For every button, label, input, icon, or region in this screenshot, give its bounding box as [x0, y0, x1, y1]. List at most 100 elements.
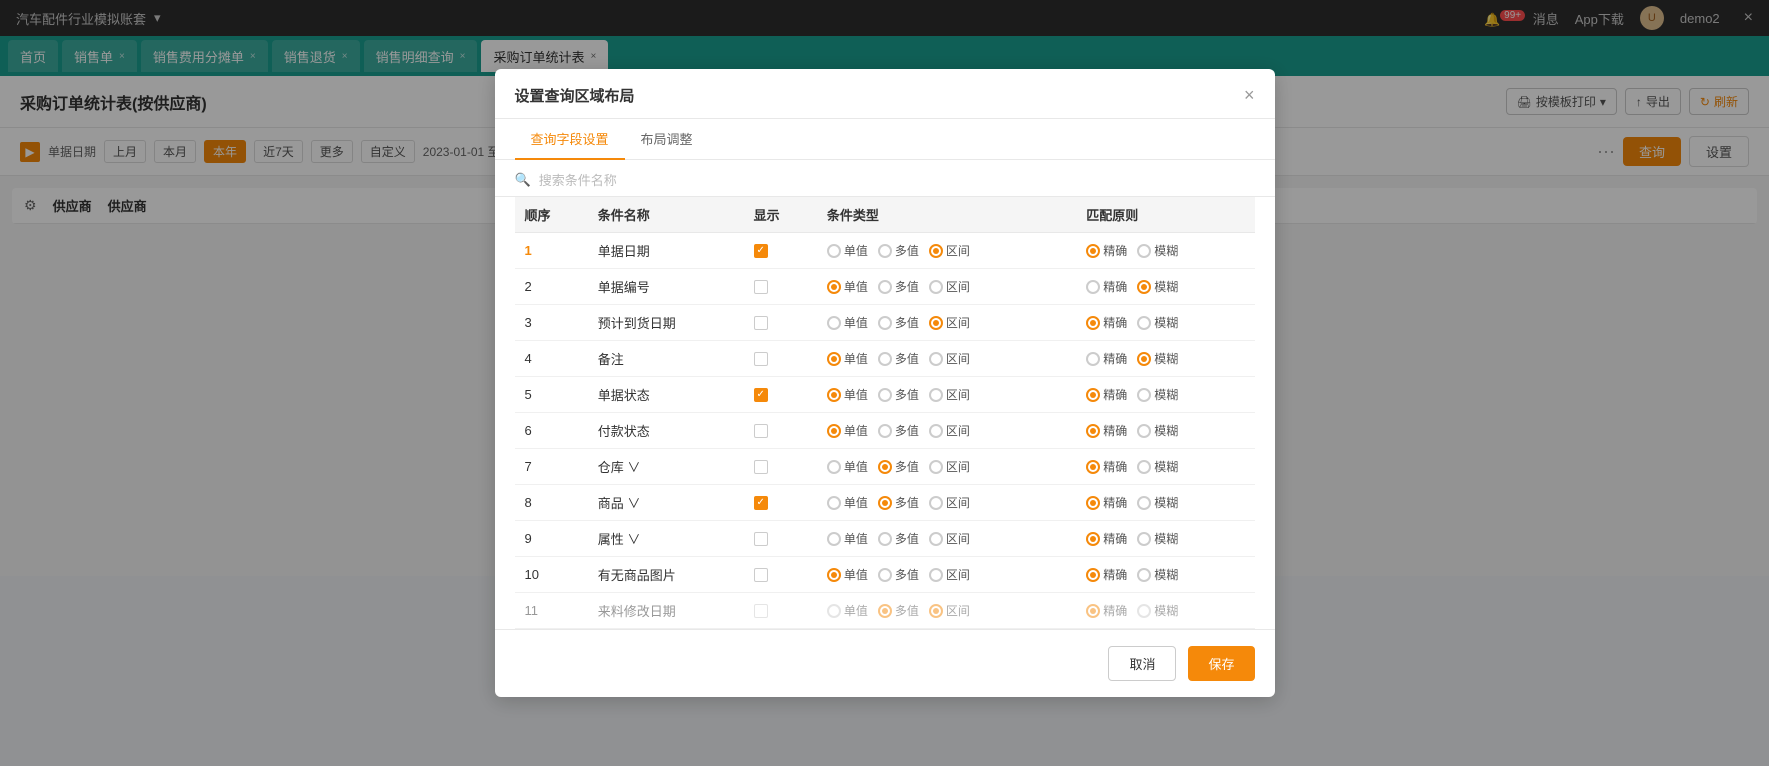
radio-range[interactable]: 区间: [929, 422, 970, 439]
radio-single[interactable]: 单值: [827, 494, 868, 511]
cell-order: 8: [515, 485, 588, 521]
radio-match-fuzzy[interactable]: 模糊: [1137, 314, 1178, 331]
modal-tab-query-fields[interactable]: 查询字段设置: [515, 119, 625, 160]
radio-circle-match-exact: [1086, 352, 1100, 366]
display-checkbox[interactable]: ✓: [754, 244, 768, 258]
radio-match-exact[interactable]: 精确: [1086, 350, 1127, 367]
save-button[interactable]: 保存: [1188, 646, 1254, 681]
radio-match-exact[interactable]: 精确: [1086, 422, 1127, 439]
radio-range[interactable]: 区间: [929, 494, 970, 511]
radio-match-exact[interactable]: 精确: [1086, 602, 1127, 619]
radio-circle-single: [827, 604, 841, 618]
radio-range[interactable]: 区间: [929, 350, 970, 367]
modal-search-area: 🔍: [495, 160, 1275, 197]
display-checkbox[interactable]: [754, 424, 768, 438]
cell-display[interactable]: [744, 521, 817, 557]
radio-single[interactable]: 单值: [827, 602, 868, 619]
radio-multi[interactable]: 多值: [878, 314, 919, 331]
radio-range[interactable]: 区间: [929, 314, 970, 331]
radio-single[interactable]: 单值: [827, 242, 868, 259]
radio-single[interactable]: 单值: [827, 458, 868, 475]
radio-match-exact[interactable]: 精确: [1086, 530, 1127, 547]
radio-match-fuzzy[interactable]: 模糊: [1137, 494, 1178, 511]
radio-range[interactable]: 区间: [929, 386, 970, 403]
radio-match-exact[interactable]: 精确: [1086, 386, 1127, 403]
radio-circle-single: [827, 280, 841, 294]
display-checkbox[interactable]: [754, 604, 768, 618]
cell-display[interactable]: ✓: [744, 233, 817, 269]
radio-multi[interactable]: 多值: [878, 422, 919, 439]
radio-multi[interactable]: 多值: [878, 602, 919, 619]
radio-match-fuzzy[interactable]: 模糊: [1137, 458, 1178, 475]
radio-multi[interactable]: 多值: [878, 350, 919, 367]
display-checkbox[interactable]: [754, 532, 768, 546]
radio-single[interactable]: 单值: [827, 314, 868, 331]
radio-match-exact[interactable]: 精确: [1086, 314, 1127, 331]
radio-multi[interactable]: 多值: [878, 242, 919, 259]
radio-circle-single: [827, 568, 841, 582]
radio-match-fuzzy[interactable]: 模糊: [1137, 566, 1178, 583]
radio-match-exact[interactable]: 精确: [1086, 566, 1127, 583]
cell-display[interactable]: [744, 269, 817, 305]
radio-match-fuzzy[interactable]: 模糊: [1137, 278, 1178, 295]
cell-display[interactable]: ✓: [744, 377, 817, 413]
radio-match-fuzzy[interactable]: 模糊: [1137, 350, 1178, 367]
display-checkbox[interactable]: ✓: [754, 388, 768, 402]
radio-range[interactable]: 区间: [929, 602, 970, 619]
display-checkbox[interactable]: [754, 316, 768, 330]
table-row: 3预计到货日期单值多值区间精确模糊: [515, 305, 1255, 341]
radio-match-fuzzy[interactable]: 模糊: [1137, 386, 1178, 403]
radio-single[interactable]: 单值: [827, 386, 868, 403]
radio-match-fuzzy[interactable]: 模糊: [1137, 530, 1178, 547]
radio-circle-match-exact: [1086, 460, 1100, 474]
radio-circle-match-fuzzy: [1137, 352, 1151, 366]
radio-range[interactable]: 区间: [929, 242, 970, 259]
radio-circle-single: [827, 532, 841, 546]
radio-match-fuzzy[interactable]: 模糊: [1137, 602, 1178, 619]
modal-close-icon[interactable]: ×: [1244, 85, 1255, 106]
display-checkbox[interactable]: [754, 568, 768, 582]
cell-order: 1: [515, 233, 588, 269]
radio-single[interactable]: 单值: [827, 530, 868, 547]
cancel-button[interactable]: 取消: [1108, 646, 1176, 681]
cell-display[interactable]: ✓: [744, 485, 817, 521]
cell-display[interactable]: [744, 341, 817, 377]
radio-single[interactable]: 单值: [827, 350, 868, 367]
th-condition-type: 条件类型: [817, 197, 1076, 233]
display-checkbox[interactable]: [754, 460, 768, 474]
radio-multi[interactable]: 多值: [878, 566, 919, 583]
display-checkbox[interactable]: ✓: [754, 496, 768, 510]
radio-single[interactable]: 单值: [827, 278, 868, 295]
radio-match-exact[interactable]: 精确: [1086, 242, 1127, 259]
radio-multi[interactable]: 多值: [878, 494, 919, 511]
radio-match-exact[interactable]: 精确: [1086, 278, 1127, 295]
radio-circle-range: [929, 532, 943, 546]
radio-single[interactable]: 单值: [827, 422, 868, 439]
display-checkbox[interactable]: [754, 352, 768, 366]
radio-multi[interactable]: 多值: [878, 530, 919, 547]
cell-display[interactable]: [744, 557, 817, 593]
radio-range[interactable]: 区间: [929, 278, 970, 295]
cell-match: 精确模糊: [1076, 521, 1254, 557]
search-input[interactable]: [539, 173, 1255, 188]
cell-display[interactable]: [744, 593, 817, 629]
modal-tab-layout[interactable]: 布局调整: [625, 119, 709, 160]
radio-match-exact[interactable]: 精确: [1086, 458, 1127, 475]
radio-range[interactable]: 区间: [929, 566, 970, 583]
radio-circle-match-exact: [1086, 568, 1100, 582]
cell-display[interactable]: [744, 449, 817, 485]
display-checkbox[interactable]: [754, 280, 768, 294]
radio-circle-match-fuzzy: [1137, 496, 1151, 510]
radio-multi[interactable]: 多值: [878, 458, 919, 475]
radio-multi[interactable]: 多值: [878, 386, 919, 403]
radio-range[interactable]: 区间: [929, 530, 970, 547]
radio-multi[interactable]: 多值: [878, 278, 919, 295]
cell-display[interactable]: [744, 413, 817, 449]
cell-display[interactable]: [744, 305, 817, 341]
radio-single[interactable]: 单值: [827, 566, 868, 583]
radio-match-fuzzy[interactable]: 模糊: [1137, 242, 1178, 259]
radio-match-fuzzy[interactable]: 模糊: [1137, 422, 1178, 439]
radio-match-exact[interactable]: 精确: [1086, 494, 1127, 511]
radio-circle-multi: [878, 460, 892, 474]
radio-range[interactable]: 区间: [929, 458, 970, 475]
